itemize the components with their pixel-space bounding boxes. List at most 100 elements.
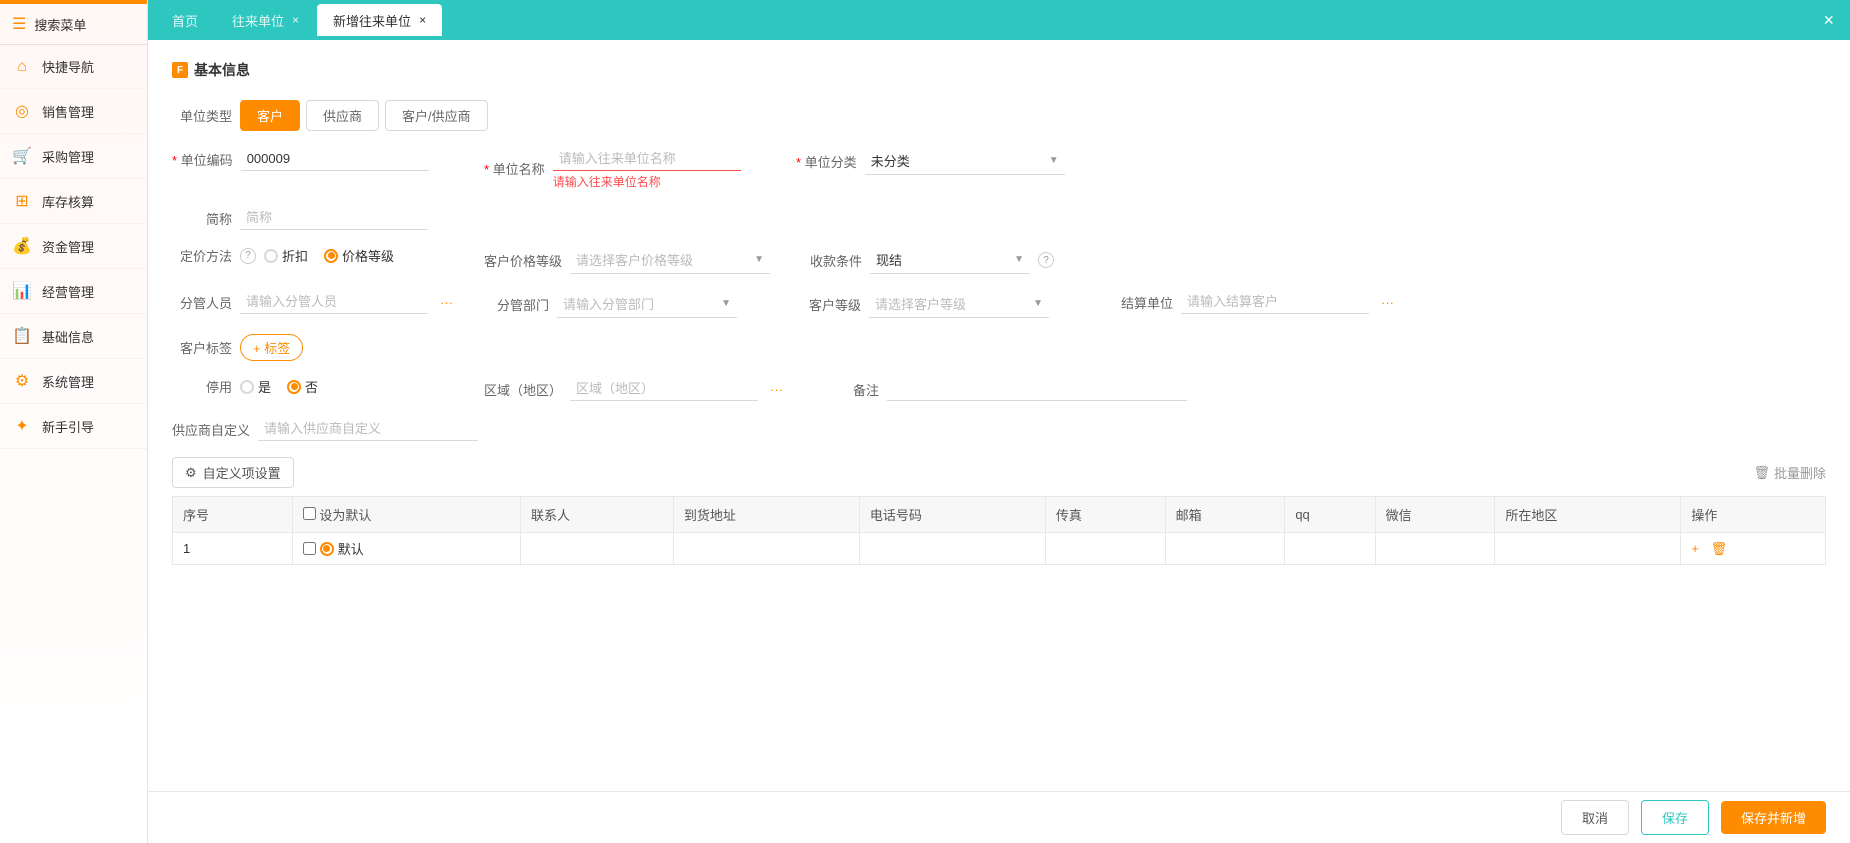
table-header-row: 序号 设为默认 联系人 到货地址 电话号码 传真 邮箱 qq 微信 所在地区 [173, 497, 1826, 533]
manager-more-btn[interactable]: ··· [436, 295, 457, 310]
unit-name-input[interactable] [553, 147, 741, 171]
col-default: 设为默认 [292, 497, 520, 533]
disabled-yes-radio[interactable]: 是 [240, 377, 271, 396]
pricing-radio-group: 折扣 价格等级 [264, 246, 394, 265]
region-more-btn[interactable]: ··· [766, 382, 787, 397]
pricing-method-field: 定价方法 ? 折扣 价格等级 [172, 246, 452, 265]
supplier-custom-input[interactable] [258, 417, 478, 441]
manager-field: 分管人员 ··· [172, 290, 457, 314]
tag-add-label: + 标签 [253, 338, 290, 357]
short-name-input[interactable] [240, 206, 428, 230]
tab-home[interactable]: 首页 [156, 4, 214, 36]
sidebar-item-sales[interactable]: ◎ 销售管理 [0, 89, 147, 134]
custom-settings-button[interactable]: ⚙ 自定义项设置 [172, 457, 294, 488]
pricing-price-level-label: 价格等级 [342, 246, 394, 265]
row-wechat [1375, 533, 1495, 565]
unit-category-select[interactable]: 未分类 ▼ [865, 147, 1065, 175]
row-default-radio[interactable]: 默认 [320, 539, 364, 558]
unit-type-buttons: 客户 供应商 客户/供应商 [240, 100, 488, 131]
tab-partners[interactable]: 往来单位 × [216, 4, 315, 36]
unit-name-field: 单位名称 请输入往来单位名称 [484, 147, 764, 190]
customer-level-label: 客户等级 [801, 295, 861, 314]
type-btn-customer[interactable]: 客户 [240, 100, 300, 131]
pricing-discount-radio[interactable]: 折扣 [264, 246, 308, 265]
select-all-checkbox[interactable] [303, 507, 316, 520]
customer-price-level-placeholder: 请选择客户价格等级 [576, 250, 693, 269]
tab-partners-close[interactable]: × [292, 14, 299, 26]
cancel-button[interactable]: 取消 [1561, 800, 1629, 835]
tab-new-partner-label: 新增往来单位 [333, 11, 411, 30]
settlement-unit-more-btn[interactable]: ··· [1377, 295, 1398, 310]
sidebar-item-operations[interactable]: 📊 经营管理 [0, 269, 147, 314]
batch-delete-button[interactable]: 🗑 批量删除 [1753, 463, 1826, 482]
settings-gear-icon: ⚙ [185, 465, 197, 481]
row-seq: 1 [173, 533, 293, 565]
guide-icon: ✦ [12, 416, 32, 436]
payment-terms-select[interactable]: 现结 ▼ [870, 246, 1030, 274]
tag-add-button[interactable]: + 标签 [240, 334, 303, 361]
sidebar-item-inventory[interactable]: ⊞ 库存核算 [0, 179, 147, 224]
sidebar-item-quick-nav[interactable]: ⌂ 快捷导航 [0, 45, 147, 89]
row-delete-btn[interactable]: 🗑 [1711, 541, 1728, 556]
unit-category-field: 单位分类 未分类 ▼ [796, 147, 1076, 175]
customer-level-select[interactable]: 请选择客户等级 ▼ [869, 290, 1049, 318]
disabled-radio-group: 是 否 [240, 377, 318, 396]
tab-partners-label: 往来单位 [232, 11, 284, 30]
tab-new-partner[interactable]: 新增往来单位 × [317, 4, 442, 36]
sidebar-item-label: 采购管理 [42, 147, 94, 166]
custom-settings-label: 自定义项设置 [203, 463, 281, 482]
col-region: 所在地区 [1495, 497, 1681, 533]
manager-input[interactable] [240, 290, 428, 314]
row-checkbox[interactable] [303, 542, 316, 555]
save-button[interactable]: 保存 [1641, 800, 1709, 835]
unit-type-label: 单位类型 [172, 106, 232, 125]
type-btn-supplier[interactable]: 供应商 [306, 100, 379, 131]
unit-category-value: 未分类 [871, 151, 910, 170]
settlement-unit-field: 结算单位 ··· [1113, 290, 1398, 314]
region-input[interactable] [570, 377, 758, 401]
home-icon: ⌂ [12, 58, 32, 76]
dept-label: 分管部门 [489, 295, 549, 314]
window-close-button[interactable]: × [1815, 10, 1842, 31]
remark-input[interactable] [887, 377, 1187, 401]
main-area: 首页 往来单位 × 新增往来单位 × × F 基本信息 单位类型 客户 供应商 … [148, 0, 1850, 843]
customer-price-level-select[interactable]: 请选择客户价格等级 ▼ [570, 246, 770, 274]
disabled-no-radio[interactable]: 否 [287, 377, 318, 396]
settlement-unit-input[interactable] [1181, 290, 1369, 314]
pricing-price-level-radio[interactable]: 价格等级 [324, 246, 394, 265]
supplier-custom-field: 供应商自定义 [172, 417, 478, 441]
section-header: F 基本信息 [172, 60, 1826, 80]
remark-label: 备注 [819, 380, 879, 399]
tag-row: 客户标签 + 标签 [172, 334, 1826, 361]
save-new-button[interactable]: 保存并新增 [1721, 801, 1826, 834]
sidebar-item-guide[interactable]: ✦ 新手引导 [0, 404, 147, 449]
sidebar-item-basic[interactable]: 📋 基础信息 [0, 314, 147, 359]
sidebar-item-label: 快捷导航 [42, 57, 94, 76]
payment-terms-field: 收款条件 现结 ▼ ? [802, 246, 1082, 274]
dept-select[interactable]: 请输入分管部门 ▼ [557, 290, 737, 318]
sidebar-item-label: 经营管理 [42, 282, 94, 301]
purchase-icon: 🛒 [12, 146, 32, 166]
sidebar-search[interactable]: ☰ 搜索菜单 [0, 4, 147, 45]
row-default-label: 默认 [338, 539, 364, 558]
pricing-price-level-dot [328, 252, 335, 259]
payment-terms-help-icon[interactable]: ? [1038, 252, 1054, 268]
sidebar-item-label: 系统管理 [42, 372, 94, 391]
supplier-custom-row: 供应商自定义 [172, 417, 1826, 441]
disabled-label: 停用 [172, 377, 232, 396]
row-default: 默认 [292, 533, 520, 565]
sidebar-item-purchase[interactable]: 🛒 采购管理 [0, 134, 147, 179]
unit-code-input[interactable] [241, 147, 429, 171]
pricing-method-label: 定价方法 [172, 246, 232, 265]
sidebar-item-finance[interactable]: 💰 资金管理 [0, 224, 147, 269]
col-fax: 传真 [1045, 497, 1165, 533]
section-title-text: 基本信息 [194, 60, 250, 80]
table-row: 1 默认 [173, 533, 1826, 565]
pricing-help-icon[interactable]: ? [240, 248, 256, 264]
type-btn-both[interactable]: 客户/供应商 [385, 100, 488, 131]
payment-terms-arrow: ▼ [1014, 254, 1024, 265]
row-add-btn[interactable]: + [1691, 541, 1699, 556]
tab-new-partner-close[interactable]: × [419, 14, 426, 26]
sidebar-item-system[interactable]: ⚙ 系统管理 [0, 359, 147, 404]
disabled-no-dot [291, 383, 298, 390]
